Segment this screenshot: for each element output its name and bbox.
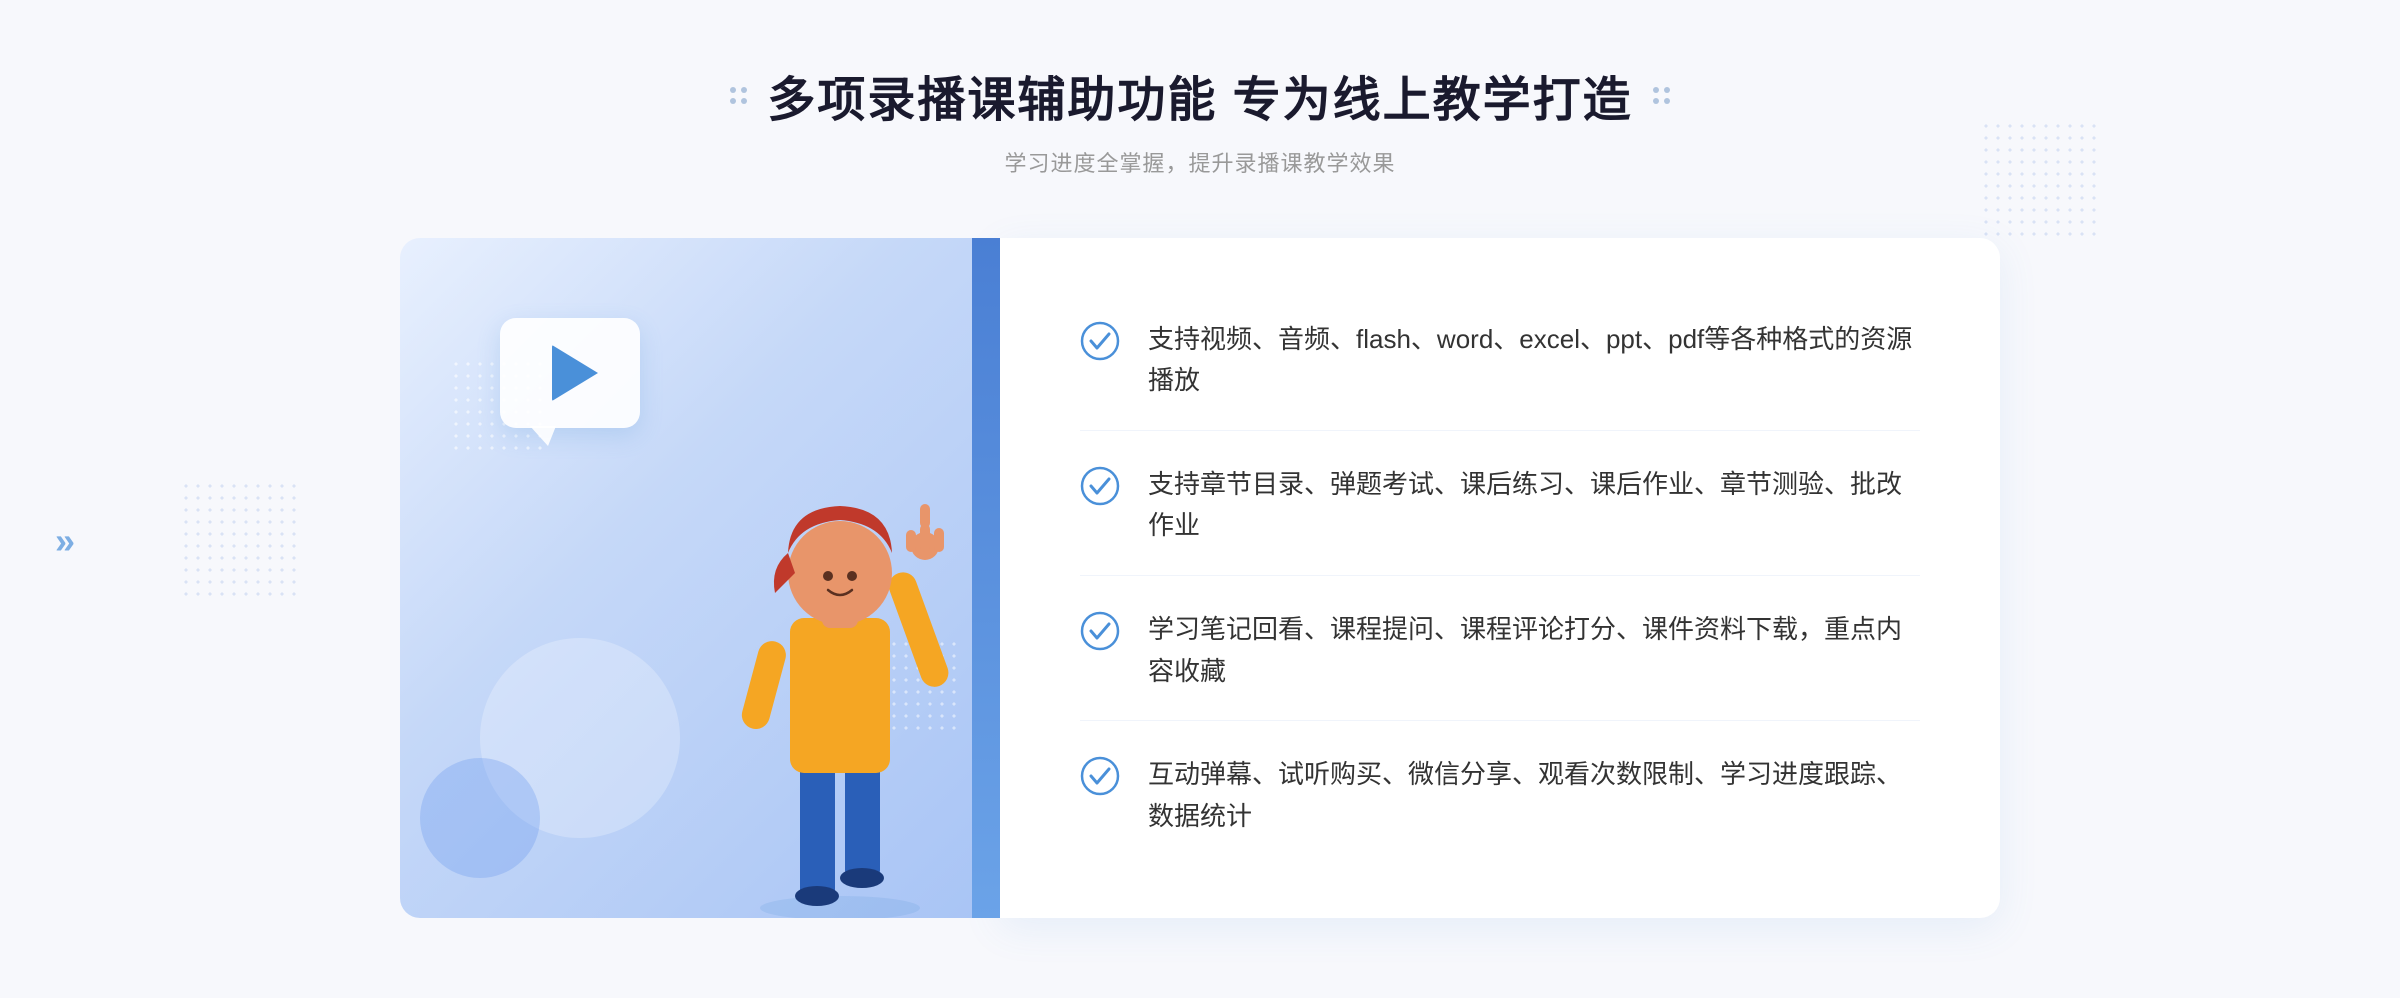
illus-circle-small xyxy=(420,758,540,878)
feature-item-1: 支持视频、音频、flash、word、excel、ppt、pdf等各种格式的资源… xyxy=(1080,291,1920,431)
check-icon-3 xyxy=(1080,611,1120,651)
feature-text-2: 支持章节目录、弹题考试、课后练习、课后作业、章节测验、批改作业 xyxy=(1148,464,1920,547)
chevron-left-icon: » xyxy=(55,520,67,562)
accent-bar xyxy=(972,238,1000,918)
feature-item-4: 互动弹幕、试听购买、微信分享、观看次数限制、学习进度跟踪、数据统计 xyxy=(1080,726,1920,865)
dot-grid-right xyxy=(1980,120,2100,240)
check-icon-2 xyxy=(1080,466,1120,506)
play-bubble xyxy=(500,318,640,428)
dot-grid-left xyxy=(180,480,300,600)
header-dots-left xyxy=(730,87,747,104)
header-dots-right xyxy=(1653,87,1670,104)
header-section: 多项录播课辅助功能 专为线上教学打造 学习进度全掌握，提升录播课教学效果 xyxy=(730,60,1669,178)
illustration-panel xyxy=(400,238,1000,918)
sub-title: 学习进度全掌握，提升录播课教学效果 xyxy=(730,146,1669,178)
main-title: 多项录播课辅助功能 专为线上教学打造 xyxy=(767,60,1632,130)
content-area: 支持视频、音频、flash、word、excel、ppt、pdf等各种格式的资源… xyxy=(400,238,2000,918)
check-icon-4 xyxy=(1080,756,1120,796)
feature-text-1: 支持视频、音频、flash、word、excel、ppt、pdf等各种格式的资源… xyxy=(1148,319,1920,402)
header-title-wrapper: 多项录播课辅助功能 专为线上教学打造 xyxy=(730,60,1669,130)
feature-item-3: 学习笔记回看、课程提问、课程评论打分、课件资料下载，重点内容收藏 xyxy=(1080,581,1920,721)
feature-item-2: 支持章节目录、弹题考试、课后练习、课后作业、章节测验、批改作业 xyxy=(1080,436,1920,576)
play-icon xyxy=(552,345,598,401)
person-illustration xyxy=(700,418,980,918)
feature-text-4: 互动弹幕、试听购买、微信分享、观看次数限制、学习进度跟踪、数据统计 xyxy=(1148,754,1920,837)
feature-text-3: 学习笔记回看、课程提问、课程评论打分、课件资料下载，重点内容收藏 xyxy=(1148,609,1920,692)
page-wrapper: » 多项录播课辅助功能 专为线上教学打造 学习进度全掌握，提升录播课教学效果 xyxy=(0,0,2400,998)
check-icon-1 xyxy=(1080,321,1120,361)
features-panel: 支持视频、音频、flash、word、excel、ppt、pdf等各种格式的资源… xyxy=(1000,238,2000,918)
